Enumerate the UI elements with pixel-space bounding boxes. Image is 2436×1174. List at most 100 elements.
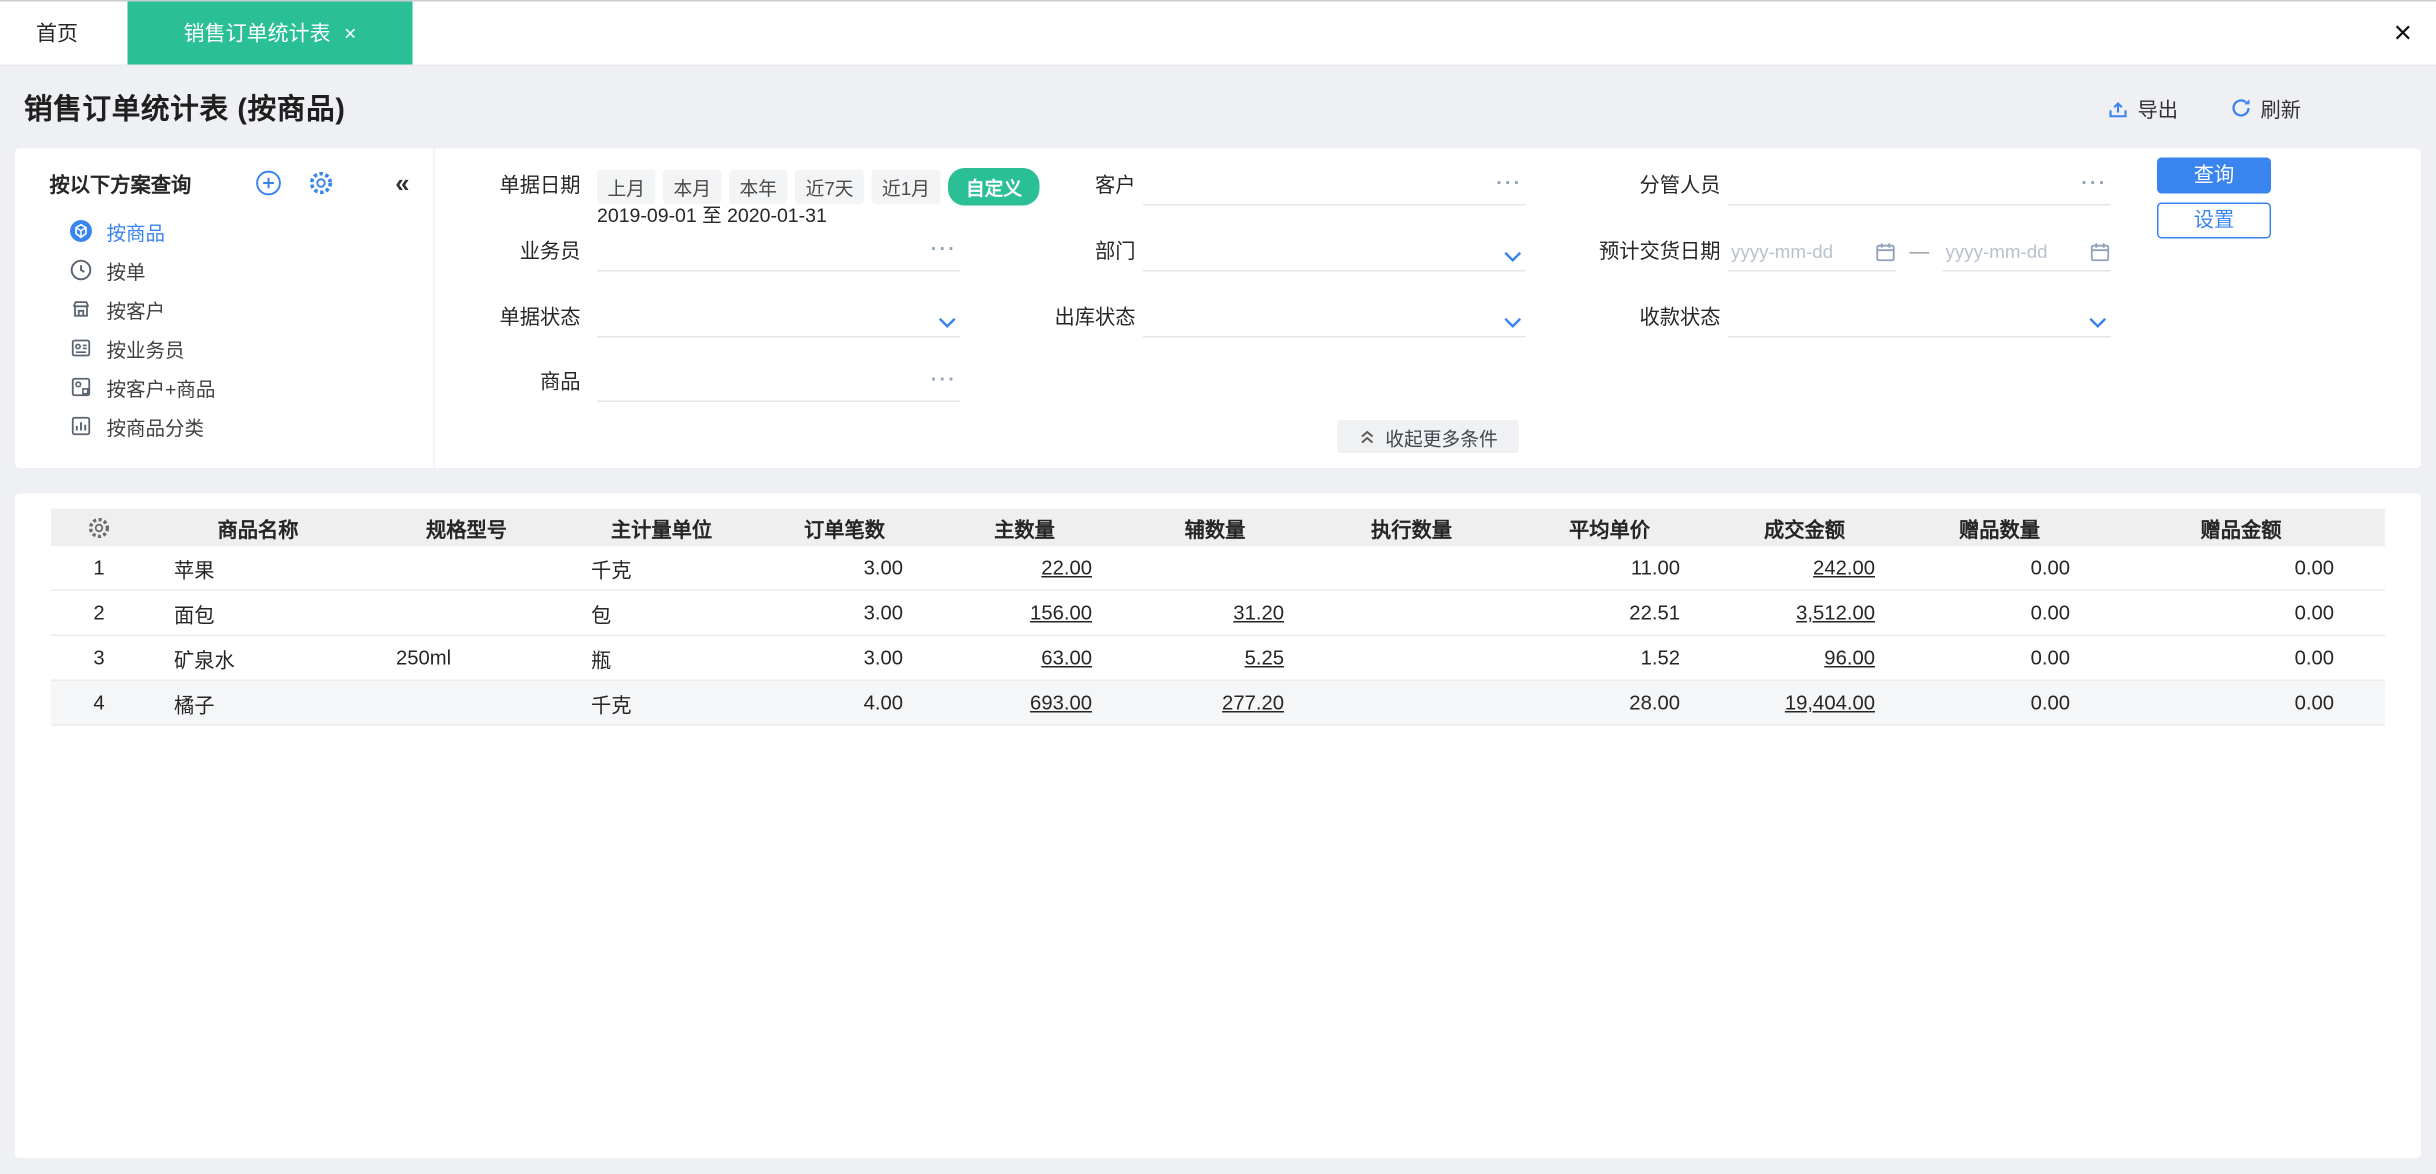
outbound-status-label: 出库状态	[1054, 306, 1136, 329]
sidebar-item-label: 按业务员	[106, 338, 185, 361]
cell-gift-amount: 0.00	[2097, 680, 2385, 726]
sidebar-item-by-order[interactable]: 按单	[69, 251, 434, 290]
sidebar-item-label: 按客户	[106, 299, 166, 322]
row-index: 3	[51, 635, 147, 681]
amount-link[interactable]: 19,404.00	[1785, 692, 1875, 715]
shop-icon	[72, 301, 90, 317]
clock-icon	[70, 259, 92, 281]
doc-status-select[interactable]	[597, 298, 960, 336]
aux-qty-link[interactable]: 277.20	[1222, 692, 1284, 715]
cell-main-qty: 693.00	[930, 680, 1119, 726]
filter-panel: 按以下方案查询 « 按商品 按单 按客户 按业务员 按客户+商品 按商品分类 单…	[15, 148, 2421, 468]
row-index: 2	[51, 590, 147, 636]
page-title: 销售订单统计表 (按商品)	[24, 94, 346, 127]
col-header-unit: 主计量单位	[564, 508, 759, 546]
tab-close-icon[interactable]: ×	[344, 23, 356, 44]
query-button[interactable]: 查询	[2157, 157, 2271, 194]
main-qty-link[interactable]: 693.00	[1030, 692, 1092, 715]
export-button[interactable]: 导出	[2106, 92, 2178, 122]
cell-unit: 包	[564, 590, 759, 636]
delivery-date-start-input[interactable]	[1728, 232, 1896, 270]
cell-exec-qty	[1311, 546, 1512, 591]
outbound-status-field	[1143, 298, 1526, 338]
sidebar-item-by-salesman[interactable]: 按业务员	[69, 329, 434, 368]
manager-picker-icon[interactable]: ···	[2081, 167, 2107, 200]
cell-gift-amount: 0.00	[2097, 635, 2385, 681]
window-close-icon[interactable]: ×	[2394, 17, 2412, 49]
column-settings-button[interactable]	[87, 516, 111, 540]
sidebar-item-by-category[interactable]: 按商品分类	[69, 407, 434, 446]
main-qty-link[interactable]: 63.00	[1041, 647, 1092, 670]
col-header-amount: 成交金额	[1707, 508, 1902, 546]
cell-amount: 242.00	[1707, 546, 1902, 591]
doc-date-label: 单据日期	[499, 174, 581, 197]
tab-bar: 首页 销售订单统计表 × ×	[0, 0, 2436, 66]
col-header-gift-qty: 赠品数量	[1902, 508, 2097, 546]
col-header-order-count: 订单笔数	[759, 508, 930, 546]
plus-circle-icon	[255, 170, 281, 196]
cell-exec-qty	[1311, 590, 1512, 636]
bar-chart-icon	[71, 416, 91, 436]
outbound-status-select[interactable]	[1143, 298, 1526, 336]
settings-button[interactable]: 设置	[2157, 202, 2271, 239]
cell-aux-qty: 31.20	[1119, 590, 1311, 636]
delivery-date-end-field	[1942, 232, 2111, 272]
amount-link[interactable]: 242.00	[1813, 557, 1875, 580]
scheme-sidebar: 按以下方案查询 « 按商品 按单 按客户 按业务员 按客户+商品 按商品分类	[15, 148, 435, 468]
cell-order-count: 3.00	[759, 546, 930, 591]
cell-main-qty: 22.00	[930, 546, 1119, 591]
scheme-settings-button[interactable]	[307, 170, 334, 197]
sidebar-item-by-customer-product[interactable]: 按客户+商品	[69, 368, 434, 407]
cell-unit: 千克	[564, 546, 759, 591]
tab-sales-order-report[interactable]: 销售订单统计表 ×	[127, 1, 413, 65]
collapse-more-button[interactable]: 收起更多条件	[1337, 420, 1519, 453]
col-header-avg-price: 平均单价	[1512, 508, 1707, 546]
collapse-sidebar-button[interactable]: «	[395, 170, 409, 196]
calendar-icon[interactable]	[2090, 242, 2111, 263]
department-field	[1143, 232, 1526, 272]
refresh-button[interactable]: 刷新	[2229, 92, 2301, 122]
delivery-date-end-input[interactable]	[1942, 232, 2111, 270]
sidebar-item-by-product[interactable]: 按商品	[69, 212, 434, 251]
cell-spec	[369, 590, 564, 636]
col-header-gift-amount: 赠品金额	[2097, 508, 2385, 546]
app-window: 首页 销售订单统计表 × × 销售订单统计表 (按商品) 导出 刷新 按以下方案…	[0, 0, 2436, 1174]
product-input[interactable]	[597, 363, 960, 401]
cell-aux-qty: 277.20	[1119, 680, 1311, 726]
salesman-field: ···	[597, 232, 960, 272]
product-field: ···	[597, 363, 960, 402]
amount-link[interactable]: 3,512.00	[1796, 602, 1875, 625]
department-select[interactable]	[1143, 232, 1526, 270]
cell-product-name: 橘子	[147, 680, 369, 726]
main-qty-link[interactable]: 156.00	[1030, 602, 1092, 625]
result-table-panel: 商品名称 规格型号 主计量单位 订单笔数 主数量 辅数量 执行数量 平均单价 成…	[15, 493, 2421, 1158]
table-header-row: 商品名称 规格型号 主计量单位 订单笔数 主数量 辅数量 执行数量 平均单价 成…	[51, 508, 2385, 546]
payment-status-select[interactable]	[1728, 298, 2111, 336]
cell-avg-price: 11.00	[1512, 546, 1707, 591]
sidebar-item-label: 按客户+商品	[106, 377, 216, 400]
cell-amount: 19,404.00	[1707, 680, 1902, 726]
amount-link[interactable]: 96.00	[1824, 647, 1875, 670]
cell-avg-price: 22.51	[1512, 590, 1707, 636]
col-header-main-qty: 主数量	[930, 508, 1119, 546]
cell-unit: 千克	[564, 680, 759, 726]
salesman-input[interactable]	[597, 232, 960, 270]
cell-main-qty: 156.00	[930, 590, 1119, 636]
aux-qty-link[interactable]: 5.25	[1245, 647, 1284, 670]
tab-home[interactable]: 首页	[36, 2, 78, 65]
add-scheme-button[interactable]	[254, 170, 281, 197]
cell-product-name: 面包	[147, 590, 369, 636]
scheme-sidebar-header: 按以下方案查询 «	[15, 149, 434, 199]
main-qty-link[interactable]: 22.00	[1041, 557, 1092, 580]
product-picker-icon[interactable]: ···	[931, 363, 957, 396]
refresh-label: 刷新	[2260, 98, 2302, 121]
cell-amount: 96.00	[1707, 635, 1902, 681]
chevron-down-icon[interactable]	[2088, 317, 2108, 329]
calendar-icon[interactable]	[1875, 242, 1896, 263]
collapse-more-label: 收起更多条件	[1385, 428, 1498, 450]
manager-input[interactable]	[1728, 166, 2111, 204]
sidebar-item-by-customer[interactable]: 按客户	[69, 290, 434, 329]
customer-input[interactable]	[1143, 166, 1526, 204]
table-row: 2 面包 包 3.00 156.00 31.20 22.51 3,512.00 …	[51, 590, 2385, 636]
aux-qty-link[interactable]: 31.20	[1233, 602, 1284, 625]
